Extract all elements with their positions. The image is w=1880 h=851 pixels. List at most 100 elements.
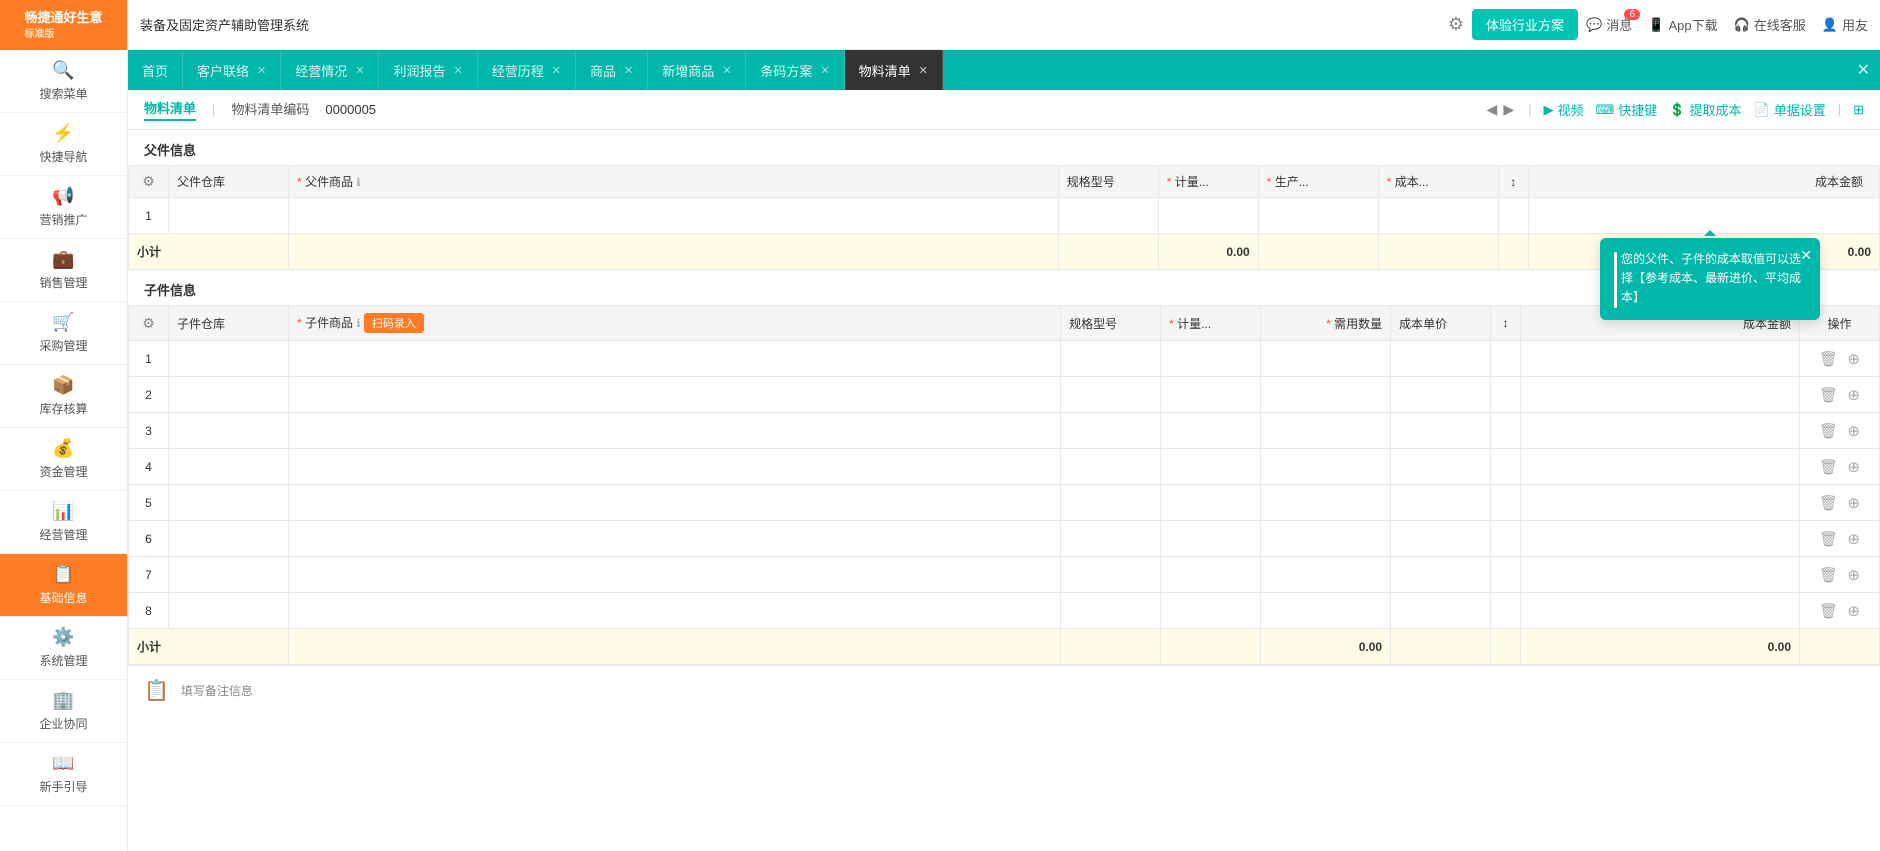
child-qty-cell[interactable] — [1261, 593, 1391, 629]
child-spec-cell[interactable] — [1061, 413, 1161, 449]
tab-goods[interactable]: 商品✕ — [576, 50, 648, 90]
delete-icon[interactable]: 🗑 — [1819, 567, 1838, 584]
child-spec-cell[interactable] — [1061, 449, 1161, 485]
parent-production-cell[interactable] — [1258, 198, 1378, 234]
sidebar-item-basic[interactable]: 📋基础信息 — [0, 554, 127, 617]
tab-new-goods[interactable]: 新增商品✕ — [648, 50, 746, 90]
child-unit-cost-cell[interactable] — [1391, 449, 1491, 485]
close-all-tabs-button[interactable]: ✕ — [1847, 60, 1880, 80]
tab-close-ops-status[interactable]: ✕ — [355, 64, 364, 77]
extract-cost-button[interactable]: 💲 提取成本 — [1669, 100, 1741, 119]
user-menu[interactable]: 👤 用友 — [1822, 15, 1868, 34]
child-warehouse-cell[interactable] — [169, 593, 289, 629]
child-unit-cell[interactable] — [1161, 413, 1261, 449]
child-goods-cell[interactable] — [289, 377, 1061, 413]
child-unit-cell[interactable] — [1161, 449, 1261, 485]
parent-unit-cell[interactable] — [1158, 198, 1258, 234]
parent-cost-cell[interactable] — [1378, 198, 1498, 234]
note-icon[interactable]: 📋 — [144, 678, 169, 703]
sidebar-item-system[interactable]: ⚙️系统管理 — [0, 617, 127, 680]
child-qty-cell[interactable] — [1261, 413, 1391, 449]
child-qty-cell[interactable] — [1261, 341, 1391, 377]
next-arrow-icon[interactable]: ▶ — [1501, 101, 1516, 118]
tab-close-goods[interactable]: ✕ — [624, 64, 633, 77]
grid-view-icon[interactable]: ⊞ — [1853, 102, 1864, 118]
child-spec-cell[interactable] — [1061, 341, 1161, 377]
tab-home[interactable]: 首页 — [128, 50, 183, 90]
tab-bom-list[interactable]: 物料清单 — [144, 98, 196, 121]
child-warehouse-cell[interactable] — [169, 377, 289, 413]
child-goods-cell[interactable] — [289, 485, 1061, 521]
copy-icon[interactable]: ⊕ — [1847, 423, 1860, 440]
trial-button[interactable]: 体验行业方案 — [1472, 9, 1578, 40]
sidebar-item-corp[interactable]: 🏢企业协同 — [0, 680, 127, 743]
child-warehouse-cell[interactable] — [169, 485, 289, 521]
tab-ops-status[interactable]: 经营情况✕ — [281, 50, 379, 90]
child-spec-cell[interactable] — [1061, 557, 1161, 593]
tab-profit[interactable]: 利润报告✕ — [379, 50, 477, 90]
child-unit-cell[interactable] — [1161, 593, 1261, 629]
child-unit-cost-cell[interactable] — [1391, 521, 1491, 557]
child-spec-cell[interactable] — [1061, 521, 1161, 557]
child-col-sort[interactable]: ↕ — [1491, 306, 1521, 341]
tab-customer[interactable]: 客户联络✕ — [183, 50, 281, 90]
child-warehouse-cell[interactable] — [169, 521, 289, 557]
note-text[interactable]: 填写备注信息 — [181, 682, 253, 699]
child-unit-cell[interactable] — [1161, 521, 1261, 557]
child-unit-cost-cell[interactable] — [1391, 341, 1491, 377]
sidebar-item-marketing[interactable]: 📢营销推广 — [0, 176, 127, 239]
child-warehouse-cell[interactable] — [169, 557, 289, 593]
tab-close-new-goods[interactable]: ✕ — [722, 64, 731, 77]
tab-bom-code[interactable]: 物料清单编码 — [231, 99, 309, 120]
tab-close-profit[interactable]: ✕ — [454, 64, 463, 77]
tab-close-ops-history[interactable]: ✕ — [552, 64, 561, 77]
sidebar-item-finance[interactable]: 💰资金管理 — [0, 428, 127, 491]
copy-icon[interactable]: ⊕ — [1847, 531, 1860, 548]
delete-icon[interactable]: 🗑 — [1819, 531, 1838, 548]
child-qty-cell[interactable] — [1261, 521, 1391, 557]
copy-icon[interactable]: ⊕ — [1847, 351, 1860, 368]
doc-settings-button[interactable]: 📄 单据设置 — [1754, 100, 1826, 119]
child-qty-cell[interactable] — [1261, 485, 1391, 521]
sidebar-item-purchase[interactable]: 🛒采购管理 — [0, 302, 127, 365]
copy-icon[interactable]: ⊕ — [1847, 459, 1860, 476]
sidebar-item-guide[interactable]: 📖新手引导 — [0, 743, 127, 806]
tooltip-close-button[interactable]: ✕ — [1800, 244, 1812, 266]
copy-icon[interactable]: ⊕ — [1847, 495, 1860, 512]
child-warehouse-cell[interactable] — [169, 413, 289, 449]
child-spec-cell[interactable] — [1061, 593, 1161, 629]
tab-ops-history[interactable]: 经营历程✕ — [478, 50, 576, 90]
tab-close-bom[interactable]: ✕ — [919, 64, 928, 77]
delete-icon[interactable]: 🗑 — [1819, 459, 1838, 476]
shortcut-button[interactable]: ⌨ 快捷键 — [1596, 100, 1658, 119]
delete-icon[interactable]: 🗑 — [1819, 387, 1838, 404]
app-download-button[interactable]: 📱 App下载 — [1648, 15, 1717, 34]
delete-icon[interactable]: 🗑 — [1819, 351, 1838, 368]
online-service-button[interactable]: 🎧 在线客服 — [1734, 15, 1806, 34]
delete-icon[interactable]: 🗑 — [1819, 495, 1838, 512]
delete-icon[interactable]: 🗑 — [1819, 603, 1838, 620]
child-unit-cost-cell[interactable] — [1391, 593, 1491, 629]
child-unit-cell[interactable] — [1161, 377, 1261, 413]
copy-icon[interactable]: ⊕ — [1847, 387, 1860, 404]
child-col-gear[interactable]: ⚙ — [129, 306, 169, 341]
parent-col-sort[interactable]: ↕ — [1498, 166, 1528, 198]
child-goods-cell[interactable] — [289, 593, 1061, 629]
parent-col-gear[interactable]: ⚙ — [129, 166, 169, 198]
sidebar-item-ops[interactable]: 📊经营管理 — [0, 491, 127, 554]
child-spec-cell[interactable] — [1061, 377, 1161, 413]
child-goods-cell[interactable] — [289, 341, 1061, 377]
child-goods-cell[interactable] — [289, 449, 1061, 485]
topbar-gear-icon[interactable]: ⚙ — [1448, 14, 1464, 35]
child-unit-cell[interactable] — [1161, 557, 1261, 593]
view-button[interactable]: ▶ 视频 — [1544, 100, 1584, 119]
child-warehouse-cell[interactable] — [169, 341, 289, 377]
sidebar-item-warehouse[interactable]: 📦库存核算 — [0, 365, 127, 428]
sidebar-item-sales[interactable]: 💼销售管理 — [0, 239, 127, 302]
child-qty-cell[interactable] — [1261, 557, 1391, 593]
parent-goods-cell[interactable] — [289, 198, 1059, 234]
tab-close-customer[interactable]: ✕ — [257, 64, 266, 77]
child-goods-cell[interactable] — [289, 413, 1061, 449]
child-qty-cell[interactable] — [1261, 449, 1391, 485]
scan-button[interactable]: 扫码录入 — [364, 313, 424, 333]
